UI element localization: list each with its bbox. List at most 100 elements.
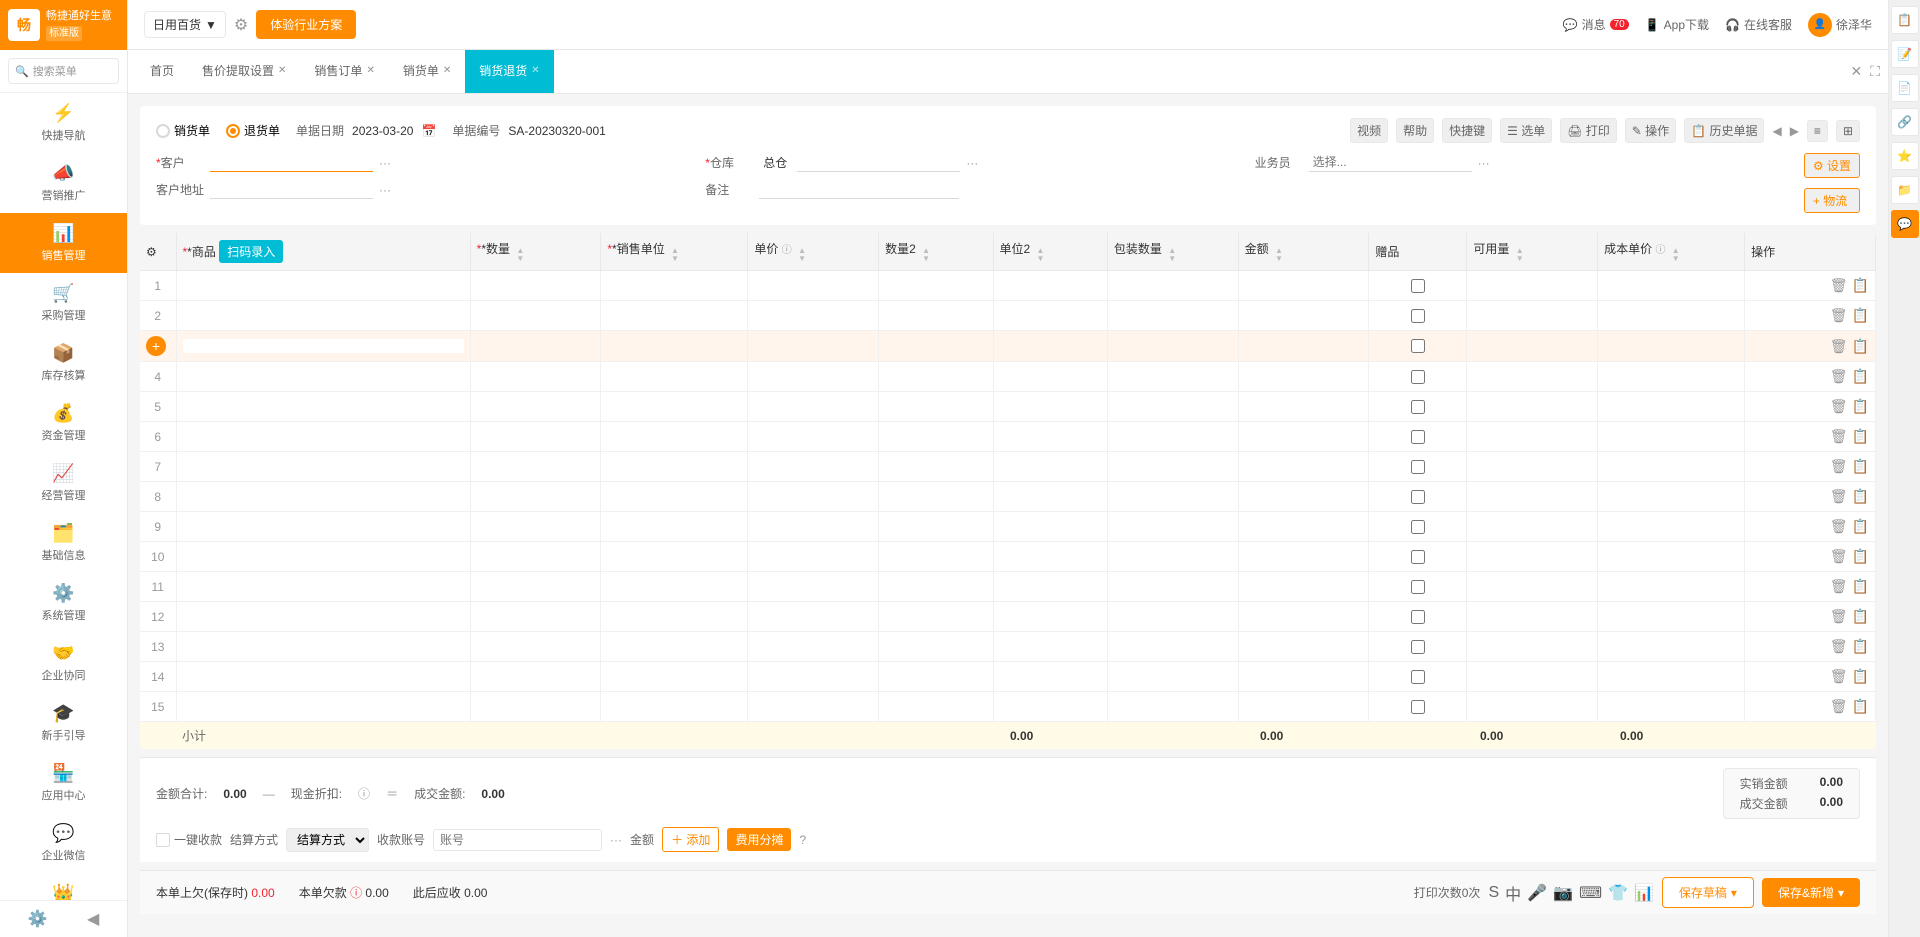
scan-btn[interactable]: 扫码录入 — [219, 240, 283, 263]
industry-select[interactable]: 日用百货 ▼ — [144, 11, 226, 38]
unit-cell[interactable] — [601, 392, 748, 422]
sidebar-item-quicknav[interactable]: ⚡ 快捷导航 — [0, 93, 127, 153]
delete-row-btn[interactable]: 🗑 — [1830, 548, 1848, 565]
unit2-cell[interactable] — [993, 542, 1107, 572]
copy-row-btn[interactable]: 📋 — [1852, 518, 1869, 535]
qty-cell[interactable] — [470, 392, 601, 422]
gift-checkbox[interactable] — [1411, 370, 1425, 384]
pack-cell[interactable] — [1107, 331, 1238, 362]
cost-price-cell[interactable] — [1598, 271, 1745, 301]
close-tab-btn[interactable]: ✕ — [1850, 63, 1862, 80]
qty2-cell[interactable] — [879, 572, 993, 602]
unit-cell[interactable] — [601, 692, 748, 722]
nav-prev-icon[interactable]: ◀ — [1772, 124, 1781, 138]
sidebar-item-appstore[interactable]: 🏪 应用中心 — [0, 753, 127, 813]
account-input[interactable] — [433, 829, 602, 851]
address-dots-btn[interactable]: ··· — [379, 183, 391, 197]
tab-close-icon[interactable]: ✕ — [531, 65, 539, 76]
unit-cell[interactable] — [601, 662, 748, 692]
gift-checkbox[interactable] — [1411, 580, 1425, 594]
fullscreen-btn[interactable]: ⛶ — [1870, 63, 1880, 80]
copy-row-btn[interactable]: 📋 — [1852, 398, 1869, 415]
available-cell[interactable] — [1467, 452, 1598, 482]
available-cell[interactable] — [1467, 572, 1598, 602]
amount-cell[interactable] — [1238, 632, 1369, 662]
unit-cell[interactable] — [601, 301, 748, 331]
address-input[interactable] — [210, 180, 373, 199]
available-cell[interactable] — [1467, 692, 1598, 722]
unit2-cell[interactable] — [993, 662, 1107, 692]
unit-cell[interactable] — [601, 422, 748, 452]
pack-cell[interactable] — [1107, 452, 1238, 482]
amount-sort-icon[interactable]: ▲▼ — [1275, 247, 1283, 263]
price-cell[interactable] — [748, 452, 879, 482]
delete-row-btn[interactable]: 🗑 — [1830, 428, 1848, 445]
sidebar-item-finance[interactable]: 💰 资金管理 — [0, 393, 127, 453]
right-panel-btn-1[interactable]: 📋 — [1891, 6, 1919, 34]
qty2-cell[interactable] — [879, 692, 993, 722]
unit-cell[interactable] — [601, 271, 748, 301]
qty2-cell[interactable] — [879, 422, 993, 452]
qty-cell[interactable] — [470, 572, 601, 602]
goods-input[interactable] — [183, 339, 464, 353]
price-cell[interactable] — [748, 602, 879, 632]
amount-cell[interactable] — [1238, 542, 1369, 572]
unit2-cell[interactable] — [993, 482, 1107, 512]
pack-cell[interactable] — [1107, 482, 1238, 512]
pack-sort-icon[interactable]: ▲▼ — [1168, 247, 1176, 263]
delete-row-btn[interactable]: 🗑 — [1830, 638, 1848, 655]
delete-row-btn[interactable]: 🗑 — [1830, 608, 1848, 625]
available-cell[interactable] — [1467, 271, 1598, 301]
price-cell[interactable] — [748, 632, 879, 662]
amount-cell[interactable] — [1238, 572, 1369, 602]
message-btn[interactable]: 💬 消息 70 — [1563, 16, 1629, 33]
tab-sale-return[interactable]: 销货退货 ✕ — [465, 50, 553, 93]
qty2-cell[interactable] — [879, 542, 993, 572]
trial-btn[interactable]: 体验行业方案 — [256, 10, 356, 39]
delete-row-btn[interactable]: 🗑 — [1830, 698, 1848, 715]
cost-price-cell[interactable] — [1598, 362, 1745, 392]
unit2-cell[interactable] — [993, 362, 1107, 392]
unit2-cell[interactable] — [993, 692, 1107, 722]
cost-sort-icon[interactable]: ▲▼ — [1672, 247, 1680, 263]
right-panel-btn-7[interactable]: 💬 — [1891, 210, 1919, 238]
qty-cell[interactable] — [470, 301, 601, 331]
amount-cell[interactable] — [1238, 362, 1369, 392]
fee-split-btn[interactable]: 费用分摊 — [727, 828, 791, 851]
add-row-btn[interactable]: + — [146, 336, 166, 356]
copy-row-btn[interactable]: 📋 — [1852, 488, 1869, 505]
qty-cell[interactable] — [470, 362, 601, 392]
unit2-cell[interactable] — [993, 512, 1107, 542]
pack-cell[interactable] — [1107, 662, 1238, 692]
sidebar-item-newbie[interactable]: 🎓 新手引导 — [0, 693, 127, 753]
avail-sort-icon[interactable]: ▲▼ — [1516, 247, 1524, 263]
settings-btn[interactable]: ⚙ 设置 — [1804, 153, 1860, 178]
cost-price-cell[interactable] — [1598, 662, 1745, 692]
amount-cell[interactable] — [1238, 692, 1369, 722]
gift-checkbox[interactable] — [1411, 309, 1425, 323]
cost-price-cell[interactable] — [1598, 301, 1745, 331]
qty-cell[interactable] — [470, 422, 601, 452]
qty2-cell[interactable] — [879, 632, 993, 662]
copy-row-btn[interactable]: 📋 — [1852, 548, 1869, 565]
copy-row-btn[interactable]: 📋 — [1852, 458, 1869, 475]
unit2-cell[interactable] — [993, 301, 1107, 331]
amount-cell[interactable] — [1238, 392, 1369, 422]
amount-cell[interactable] — [1238, 301, 1369, 331]
price-cell[interactable] — [748, 662, 879, 692]
right-panel-btn-3[interactable]: 📄 — [1891, 74, 1919, 102]
delete-row-btn[interactable]: 🗑 — [1830, 368, 1848, 385]
settings-bottom-btn[interactable]: ⚙️ — [28, 909, 48, 929]
pack-cell[interactable] — [1107, 271, 1238, 301]
qty-cell[interactable] — [470, 452, 601, 482]
qty-cell[interactable] — [470, 662, 601, 692]
copy-row-btn[interactable]: 📋 — [1852, 428, 1869, 445]
logistics-btn[interactable]: + 物流 — [1804, 188, 1860, 213]
available-cell[interactable] — [1467, 362, 1598, 392]
app-download-btn[interactable]: 📱 App下载 — [1645, 16, 1709, 33]
unit-cell[interactable] — [601, 572, 748, 602]
warehouse-dots-btn[interactable]: ··· — [966, 156, 978, 170]
tool5-icon[interactable]: 👕 — [1608, 883, 1628, 903]
delete-row-btn[interactable]: 🗑 — [1830, 307, 1848, 324]
amount-cell[interactable] — [1238, 662, 1369, 692]
